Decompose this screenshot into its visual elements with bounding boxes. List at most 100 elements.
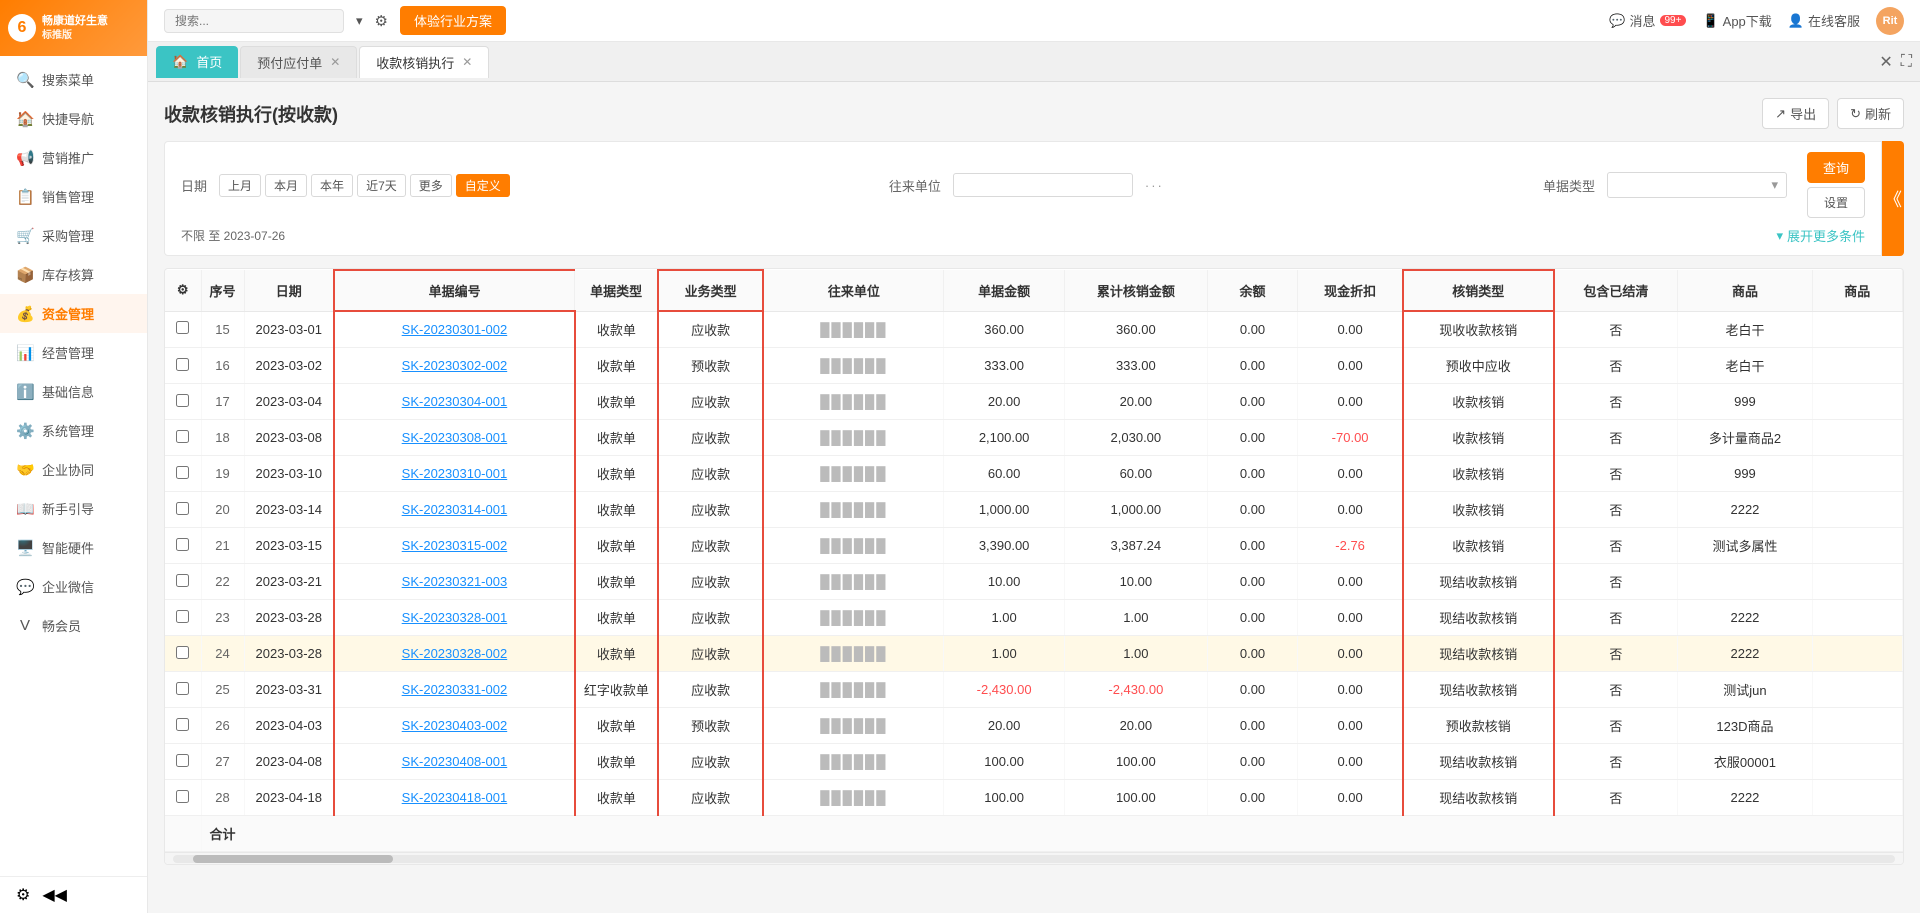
cell-no-1: 16 [201,348,244,384]
row-checkbox-2[interactable] [176,394,189,407]
sidebar-item-purchase[interactable]: 🛒采购管理 [0,216,147,255]
app-download-btn[interactable]: 📱 App下载 [1702,11,1771,30]
bill-no-link-1[interactable]: SK-20230302-002 [402,358,508,373]
cell-checkbox-9[interactable] [165,636,201,672]
row-checkbox-10[interactable] [176,682,189,695]
tab-receipt-close[interactable]: ✕ [462,55,472,69]
row-checkbox-1[interactable] [176,358,189,371]
bill-no-link-9[interactable]: SK-20230328-002 [402,646,508,661]
tab-fullscreen-btn[interactable]: ⛶ [1901,52,1912,72]
bill-no-link-2[interactable]: SK-20230304-001 [402,394,508,409]
row-checkbox-8[interactable] [176,610,189,623]
row-checkbox-4[interactable] [176,466,189,479]
refresh-label: 刷新 [1865,104,1891,123]
sidebar-item-basic[interactable]: ℹ️基础信息 [0,372,147,411]
tab-receipt[interactable]: 收款核销执行 ✕ [359,46,489,78]
table-scrollbar[interactable] [165,852,1903,864]
export-button[interactable]: ↗ 导出 [1762,98,1829,129]
row-checkbox-7[interactable] [176,574,189,587]
bill-no-link-8[interactable]: SK-20230328-001 [402,610,508,625]
sidebar-item-operations[interactable]: 📊经营管理 [0,333,147,372]
bill-no-link-7[interactable]: SK-20230321-003 [402,574,508,589]
cell-checkbox-8[interactable] [165,600,201,636]
sidebar-item-guide[interactable]: 📖新手引导 [0,489,147,528]
cell-checkbox-5[interactable] [165,492,201,528]
scrollbar-thumb[interactable] [193,855,393,863]
settings-icon[interactable]: ⚙ [16,885,30,905]
sidebar-item-finance[interactable]: 💰资金管理 [0,294,147,333]
row-checkbox-11[interactable] [176,718,189,731]
cell-cash-discount-7: 0.00 [1298,564,1403,600]
last-7days-btn[interactable]: 近7天 [357,174,406,197]
row-checkbox-9[interactable] [176,646,189,659]
settings-button[interactable]: 设置 [1807,187,1865,218]
sidebar-item-member[interactable]: V畅会员 [0,606,147,645]
row-checkbox-5[interactable] [176,502,189,515]
bill-no-link-6[interactable]: SK-20230315-002 [402,538,508,553]
col-gear-header[interactable]: ⚙ [165,270,201,311]
bill-type-select[interactable]: ▾ [1607,172,1787,198]
this-month-btn[interactable]: 本月 [265,174,307,197]
row-checkbox-3[interactable] [176,430,189,443]
sidebar-item-inventory[interactable]: 📦库存核算 [0,255,147,294]
sidebar-item-wechat[interactable]: 💬企业微信 [0,567,147,606]
bill-no-link-12[interactable]: SK-20230408-001 [402,754,508,769]
sidebar-item-hardware[interactable]: 🖥️智能硬件 [0,528,147,567]
filter-collapse-btn[interactable]: 《 [1882,141,1904,256]
bill-no-link-13[interactable]: SK-20230418-001 [402,790,508,805]
cell-checkbox-10[interactable] [165,672,201,708]
row-checkbox-12[interactable] [176,754,189,767]
cell-checkbox-3[interactable] [165,420,201,456]
dropdown-arrow[interactable]: ▾ [356,13,363,29]
online-service-btn[interactable]: 👤 在线客服 [1788,11,1860,30]
row-checkbox-0[interactable] [176,321,189,334]
sidebar-item-quicknav[interactable]: 🏠快捷导航 [0,99,147,138]
custom-date-btn[interactable]: 自定义 [456,174,510,197]
bill-no-link-4[interactable]: SK-20230310-001 [402,466,508,481]
search-input[interactable] [164,9,344,33]
sidebar-item-marketing[interactable]: 📢营销推广 [0,138,147,177]
bill-no-link-0[interactable]: SK-20230301-002 [402,322,508,337]
counterpart-input[interactable] [953,173,1133,197]
sidebar-item-enterprise[interactable]: 🤝企业协同 [0,450,147,489]
user-avatar[interactable]: Rit [1876,7,1904,35]
cell-cancel-amount-9: 1.00 [1064,636,1207,672]
more-date-btn[interactable]: 更多 [410,174,452,197]
sidebar-item-search[interactable]: 🔍搜索菜单 [0,60,147,99]
cell-checkbox-6[interactable] [165,528,201,564]
sidebar-item-system[interactable]: ⚙️系统管理 [0,411,147,450]
industry-solution-button[interactable]: 体验行业方案 [400,6,506,35]
tab-prepay[interactable]: 预付应付单 ✕ [240,46,357,78]
cell-product-4: 999 [1678,456,1812,492]
date-btn-group: 上月 本月 本年 近7天 更多 自定义 [219,174,510,197]
cell-checkbox-4[interactable] [165,456,201,492]
cell-checkbox-7[interactable] [165,564,201,600]
enterprise-icon: 🤝 [16,461,34,479]
row-checkbox-6[interactable] [176,538,189,551]
cell-checkbox-12[interactable] [165,744,201,780]
tab-home[interactable]: 🏠 首页 [156,46,238,78]
collapse-icon[interactable]: ◀◀ [42,885,67,905]
tab-close-all-btn[interactable]: ✕ [1879,52,1892,72]
query-button[interactable]: 查询 [1807,152,1865,183]
scrollbar-track[interactable] [173,855,1895,863]
bill-no-link-3[interactable]: SK-20230308-001 [402,430,508,445]
cell-checkbox-13[interactable] [165,780,201,816]
messages-btn[interactable]: 💬 消息 99+ [1609,11,1686,30]
row-checkbox-13[interactable] [176,790,189,803]
cell-checkbox-0[interactable] [165,311,201,348]
cell-checkbox-11[interactable] [165,708,201,744]
bill-no-link-11[interactable]: SK-20230403-002 [402,718,508,733]
sidebar-item-sales[interactable]: 📋销售管理 [0,177,147,216]
expand-more-btn[interactable]: ▾ 展开更多条件 [1776,226,1865,245]
topbar-gear-icon[interactable]: ⚙ [375,12,388,30]
refresh-button[interactable]: ↻ 刷新 [1837,98,1904,129]
this-year-btn[interactable]: 本年 [311,174,353,197]
col-bill-type-header: 单据类型 [575,270,658,311]
bill-no-link-10[interactable]: SK-20230331-002 [402,682,508,697]
cell-checkbox-2[interactable] [165,384,201,420]
last-month-btn[interactable]: 上月 [219,174,261,197]
tab-prepay-close[interactable]: ✕ [330,55,340,69]
bill-no-link-5[interactable]: SK-20230314-001 [402,502,508,517]
cell-checkbox-1[interactable] [165,348,201,384]
